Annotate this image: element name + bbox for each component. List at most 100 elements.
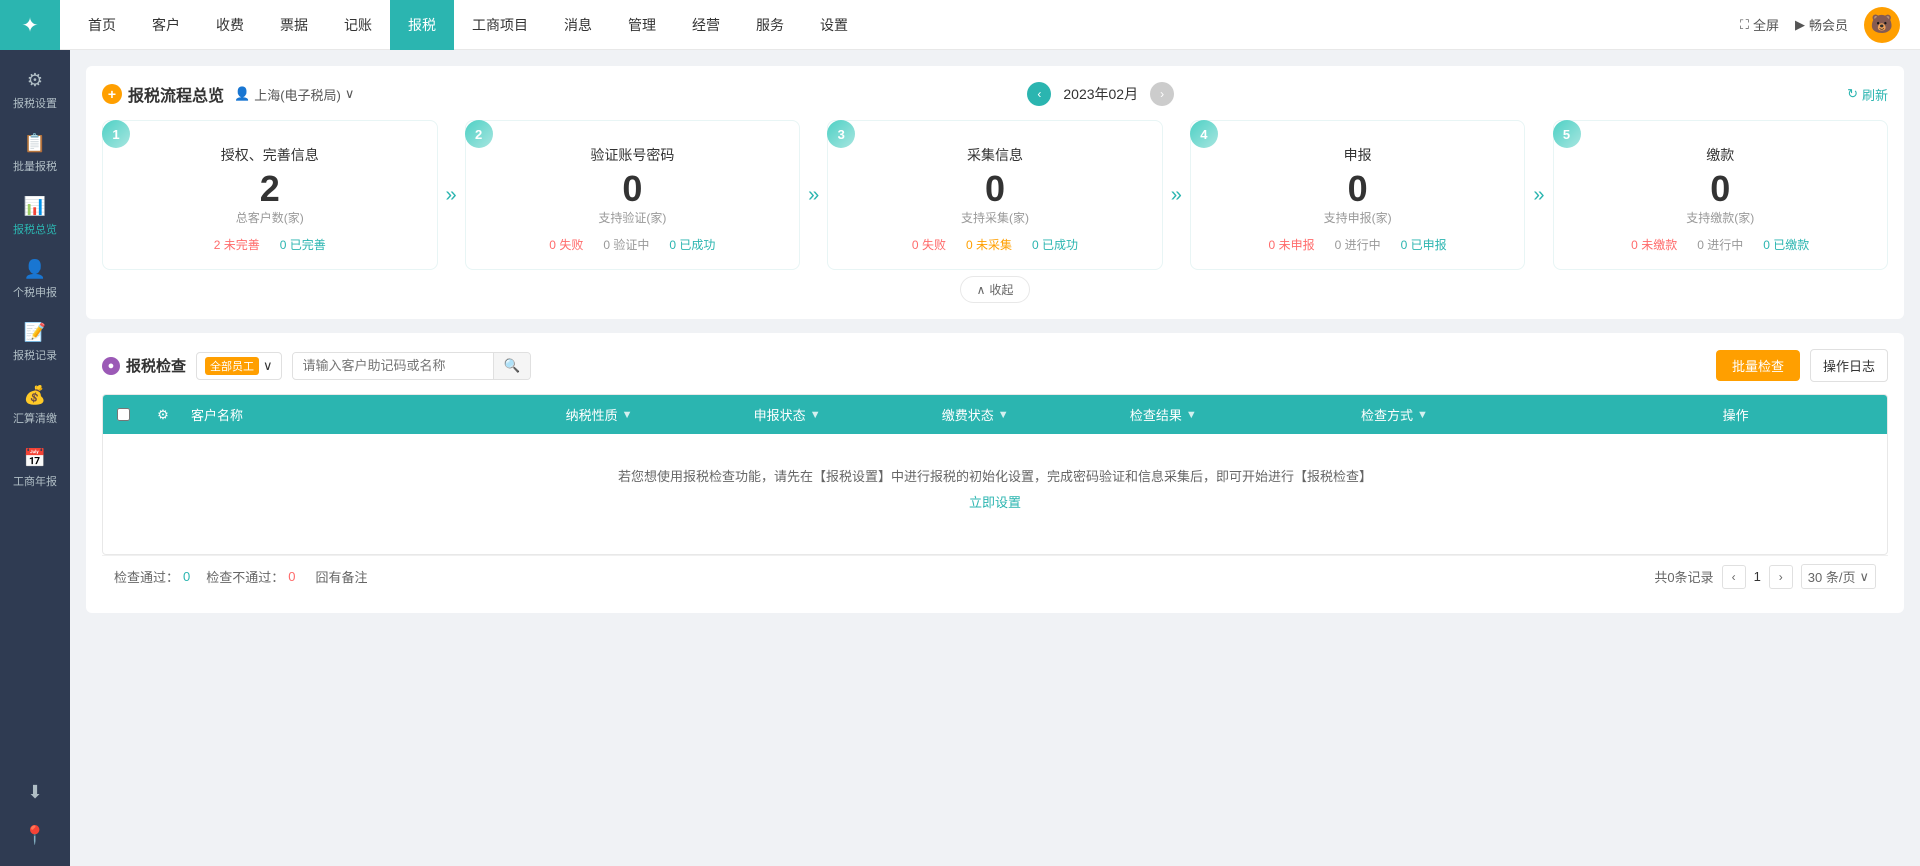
stat-success-4[interactable]: 0 已申报 xyxy=(1401,236,1447,253)
location-tag[interactable]: 👤 上海(电子税局) ∨ xyxy=(234,85,354,104)
stat-success-1[interactable]: 0 已完善 xyxy=(280,236,326,253)
step-stats-2: 0 失败 0 验证中 0 已成功 xyxy=(482,236,784,253)
nav-fee[interactable]: 收费 xyxy=(198,0,262,50)
next-page-btn[interactable]: › xyxy=(1769,565,1793,589)
flow-card-4: 4 申报 0 支持申报(家) 0 未申报 0 进行中 xyxy=(1190,120,1526,270)
nav-client[interactable]: 客户 xyxy=(134,0,198,50)
main-content: + 报税流程总览 👤 上海(电子税局) ∨ ‹ 2023年02月 › ↻ 刷新 xyxy=(70,50,1920,866)
nav-accounting[interactable]: 记账 xyxy=(326,0,390,50)
top-navigation: ✦ 首页 客户 收费 票据 记账 报税 工商项目 消息 管理 经营 服务 设置 … xyxy=(0,0,1920,50)
table-footer: 检查通过： 0 检查不通过： 0 囧有备注 共0条记录 ‹ 1 › 30 条/页… xyxy=(102,555,1888,597)
stat-success-5[interactable]: 0 已缴款 xyxy=(1763,236,1809,253)
stat-pending-2[interactable]: 0 验证中 xyxy=(603,236,649,253)
avatar[interactable]: 🐻 xyxy=(1864,7,1900,43)
sidebar-item-settlement[interactable]: 💰 汇算清缴 xyxy=(1,375,69,436)
next-month-btn[interactable]: › xyxy=(1150,82,1174,106)
step-count-5: 0 xyxy=(1570,171,1872,207)
stat-success-3[interactable]: 0 已成功 xyxy=(1032,236,1078,253)
step-badge-4: 4 xyxy=(1190,120,1218,148)
logo-icon: ✦ xyxy=(22,13,39,38)
stat-ongoing-5[interactable]: 0 进行中 xyxy=(1697,236,1743,253)
step-badge-2: 2 xyxy=(465,120,493,148)
refresh-btn[interactable]: ↻ 刷新 xyxy=(1847,85,1888,104)
step-sub-4: 支持申报(家) xyxy=(1207,209,1509,226)
sidebar-item-tax-overview[interactable]: 📊 报税总览 xyxy=(1,186,69,247)
download-icon: ⬇ xyxy=(27,782,42,803)
step-sub-1: 总客户数(家) xyxy=(119,209,421,226)
table-empty-msg: 若您想使用报税检查功能，请先在【报税设置】中进行报税的初始化设置，完成密码验证和… xyxy=(103,434,1887,546)
th-checkbox[interactable] xyxy=(103,398,143,431)
collapse-icon: ∧ xyxy=(977,283,986,297)
nav-business[interactable]: 工商项目 xyxy=(454,0,546,50)
step-badge-3: 3 xyxy=(827,120,855,148)
filter-icon-method[interactable]: ▼ xyxy=(1417,409,1428,421)
filter-icon-tax[interactable]: ▼ xyxy=(622,409,633,421)
nav-invoice[interactable]: 票据 xyxy=(262,0,326,50)
batch-tax-icon: 📋 xyxy=(24,133,46,154)
nav-settings[interactable]: 设置 xyxy=(802,0,866,50)
stat-fail-3[interactable]: 0 失败 xyxy=(912,236,946,253)
setup-link[interactable]: 立即设置 xyxy=(969,490,1021,516)
nav-tax[interactable]: 报税 xyxy=(390,0,454,50)
search-button[interactable]: 🔍 xyxy=(493,353,531,379)
per-page-select[interactable]: 30 条/页 ∨ xyxy=(1801,564,1876,589)
prev-month-btn[interactable]: ‹ xyxy=(1027,82,1051,106)
sidebar-item-annual-report[interactable]: 📅 工商年报 xyxy=(1,438,69,499)
stat-fail-1[interactable]: 2 未完善 xyxy=(214,236,260,253)
month-nav: ‹ 2023年02月 › xyxy=(1027,82,1174,106)
nav-management[interactable]: 管理 xyxy=(610,0,674,50)
current-month: 2023年02月 xyxy=(1063,84,1138,104)
stat-fail-5[interactable]: 0 未缴款 xyxy=(1631,236,1677,253)
flow-card-3: 3 采集信息 0 支持采集(家) 0 失败 0 未采集 xyxy=(827,120,1163,270)
log-btn[interactable]: 操作日志 xyxy=(1810,349,1888,382)
filter-icon-result[interactable]: ▼ xyxy=(1186,409,1197,421)
footer-fail-stat: 检查不通过： 0 xyxy=(206,567,295,586)
step-title-5: 缴款 xyxy=(1570,145,1872,165)
filter-icon-declare[interactable]: ▼ xyxy=(810,409,821,421)
nav-home[interactable]: 首页 xyxy=(70,0,134,50)
stat-fail-4[interactable]: 0 未申报 xyxy=(1269,236,1315,253)
sidebar-item-tax-settings[interactable]: ⚙ 报税设置 xyxy=(1,60,69,121)
step-sub-3: 支持采集(家) xyxy=(844,209,1146,226)
sidebar-download[interactable]: ⬇ xyxy=(1,772,69,813)
collapse-bar: ∧ 收起 xyxy=(102,276,1888,303)
pass-count-link[interactable]: 0 xyxy=(183,569,190,584)
membership-btn[interactable]: ▶ 畅会员 xyxy=(1795,15,1848,34)
th-tax-type: 纳税性质 ▼ xyxy=(558,395,746,434)
stat-ongoing-4[interactable]: 0 进行中 xyxy=(1335,236,1381,253)
first-page-btn[interactable]: ‹ xyxy=(1722,565,1746,589)
stat-fail-2[interactable]: 0 失败 xyxy=(549,236,583,253)
fail-count-link[interactable]: 0 xyxy=(288,569,295,584)
arrow-3-4: » xyxy=(1163,184,1190,207)
search-input[interactable] xyxy=(293,353,493,378)
membership-icon: ▶ xyxy=(1795,17,1805,33)
step-badge-5: 5 xyxy=(1553,120,1581,148)
th-gear[interactable]: ⚙ xyxy=(143,397,183,433)
sidebar-item-batch-tax[interactable]: 📋 批量报税 xyxy=(1,123,69,184)
th-check-method: 检查方式 ▼ xyxy=(1353,395,1584,434)
overview-header: + 报税流程总览 👤 上海(电子税局) ∨ ‹ 2023年02月 › ↻ 刷新 xyxy=(102,82,1888,106)
nav-operation[interactable]: 经营 xyxy=(674,0,738,50)
sidebar-location[interactable]: 📍 xyxy=(1,815,69,856)
table-header: ⚙ 客户名称 纳税性质 ▼ 申报状态 ▼ 缴费状态 ▼ xyxy=(103,395,1887,434)
nav-message[interactable]: 消息 xyxy=(546,0,610,50)
batch-check-btn[interactable]: 批量检查 xyxy=(1716,350,1800,381)
collapse-btn[interactable]: ∧ 收起 xyxy=(960,276,1031,303)
staff-select[interactable]: 全部员工 ∨ xyxy=(196,352,282,380)
arrow-2-3: » xyxy=(800,184,827,207)
nav-service[interactable]: 服务 xyxy=(738,0,802,50)
select-all-checkbox[interactable] xyxy=(117,408,130,421)
total-count: 共0条记录 xyxy=(1654,567,1713,586)
sidebar-item-personal-tax[interactable]: 👤 个税申报 xyxy=(1,249,69,310)
sidebar-item-tax-record[interactable]: 📝 报税记录 xyxy=(1,312,69,373)
stat-pending-3[interactable]: 0 未采集 xyxy=(966,236,1012,253)
logo[interactable]: ✦ xyxy=(0,0,60,50)
flow-card-1: 1 授权、完善信息 2 总客户数(家) 2 未完善 0 已完善 xyxy=(102,120,438,270)
chevron-down-icon: ∨ xyxy=(263,358,273,374)
stat-success-2[interactable]: 0 已成功 xyxy=(669,236,715,253)
step-title-3: 采集信息 xyxy=(844,145,1146,165)
filter-icon-pay[interactable]: ▼ xyxy=(998,409,1009,421)
step-count-1: 2 xyxy=(119,171,421,207)
fullscreen-btn[interactable]: ⛶ 全屏 xyxy=(1740,15,1779,34)
step-stats-1: 2 未完善 0 已完善 xyxy=(119,236,421,253)
